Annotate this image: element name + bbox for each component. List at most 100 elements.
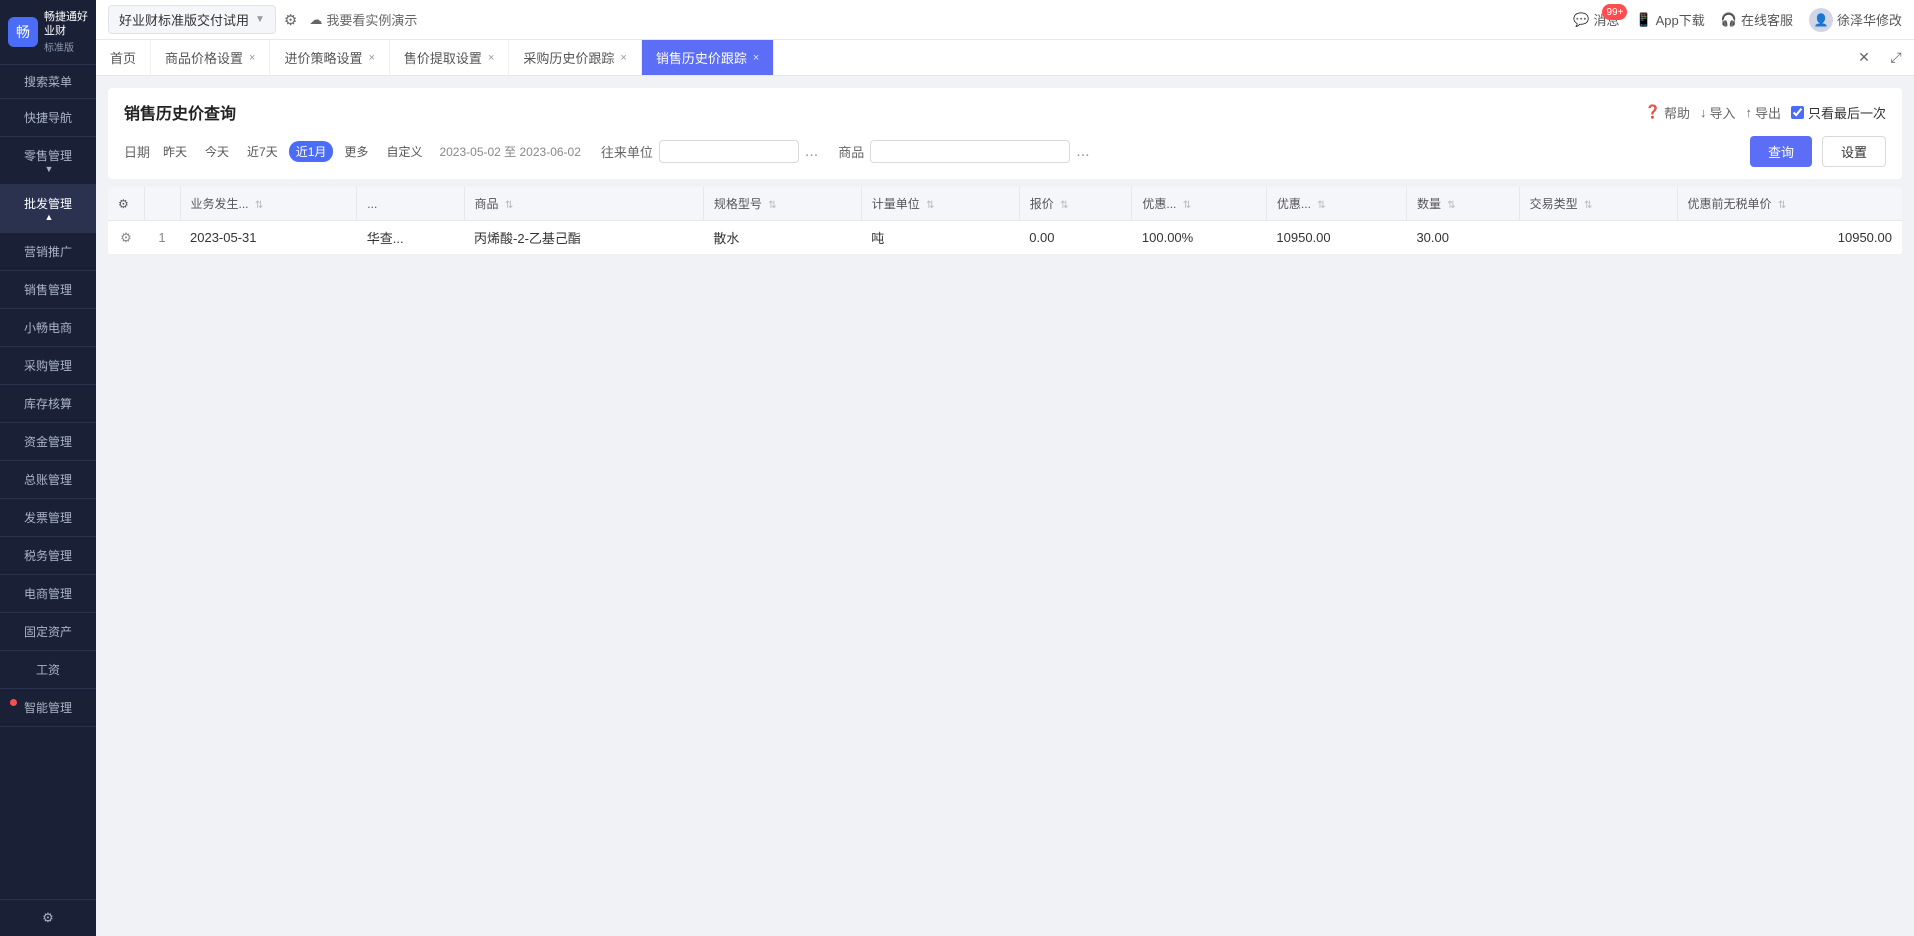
col-discount-amt[interactable]: 优惠... ⇅ bbox=[1266, 187, 1406, 221]
col-unit[interactable]: 计量单位 ⇅ bbox=[861, 187, 1019, 221]
main-area: 好业财标准版交付试用 ▼ ⚙ ☁ 我要看实例演示 💬 消息 99+ 📱 App下… bbox=[96, 0, 1914, 936]
tab-price-setting[interactable]: 商品价格设置 × bbox=[151, 40, 270, 76]
query-button[interactable]: 查询 bbox=[1750, 136, 1812, 167]
close-tab-button[interactable]: ✕ bbox=[1850, 44, 1878, 72]
close-icon[interactable]: × bbox=[368, 52, 374, 64]
sidebar-item-general-ledger[interactable]: 总账管理 bbox=[0, 461, 96, 499]
col-discount-pct[interactable]: 优惠... ⇅ bbox=[1132, 187, 1267, 221]
sidebar-item-label: 工资 bbox=[36, 661, 60, 678]
sidebar-search[interactable]: 搜索菜单 bbox=[0, 65, 96, 99]
app-logo-icon: 畅 bbox=[8, 17, 38, 47]
chevron-down-icon: ▼ bbox=[255, 14, 265, 25]
close-icon[interactable]: × bbox=[753, 52, 759, 64]
sidebar-item-inventory[interactable]: 库存核算 bbox=[0, 385, 96, 423]
tab-label: 商品价格设置 bbox=[165, 48, 243, 67]
sidebar-item-fixed-assets[interactable]: 固定资产 bbox=[0, 613, 96, 651]
sidebar-item-sales-mgmt[interactable]: 销售管理 bbox=[0, 271, 96, 309]
col-spec[interactable]: 规格型号 ⇅ bbox=[703, 187, 861, 221]
col-trade-type[interactable]: 交易类型 ⇅ bbox=[1519, 187, 1677, 221]
row-gear[interactable]: ⚙ bbox=[108, 221, 144, 255]
col-product[interactable]: 商品 ⇅ bbox=[464, 187, 703, 221]
user-info[interactable]: 👤 徐泽华修改 bbox=[1809, 8, 1902, 32]
date-opt-yesterday[interactable]: 昨天 bbox=[156, 141, 194, 162]
sidebar-item-payroll[interactable]: 工资 bbox=[0, 651, 96, 689]
online-service-button[interactable]: 🎧 在线客服 bbox=[1721, 10, 1793, 29]
date-opt-custom[interactable]: 自定义 bbox=[379, 141, 429, 162]
col-gear[interactable]: ⚙ bbox=[108, 187, 144, 221]
sidebar-item-smart-mgmt[interactable]: 智能管理 bbox=[0, 689, 96, 727]
maximize-tab-button[interactable]: ⤢ bbox=[1882, 44, 1910, 72]
filter-buttons: 查询 设置 bbox=[1750, 136, 1886, 167]
sidebar-item-label: 批发管理 bbox=[24, 195, 72, 212]
tab-purchase-history[interactable]: 采购历史价跟踪 × bbox=[509, 40, 641, 76]
app-download-button[interactable]: 📱 App下载 bbox=[1635, 10, 1704, 29]
sidebar-item-small-ecommerce[interactable]: 小畅电商 bbox=[0, 309, 96, 347]
app-download-label: App下载 bbox=[1656, 10, 1705, 29]
message-icon: 💬 bbox=[1573, 12, 1589, 28]
tab-sales-history[interactable]: 销售历史价跟踪 × bbox=[642, 40, 774, 76]
sidebar-item-wholesale-mgmt[interactable]: 批发管理 ▲ bbox=[0, 185, 96, 233]
sidebar-item-label: 资金管理 bbox=[24, 433, 72, 450]
sidebar-item-label: 采购管理 bbox=[24, 357, 72, 374]
partner-filter-group: 往来单位 ... bbox=[601, 140, 818, 163]
sidebar-item-label: 零售管理 bbox=[24, 147, 72, 164]
table-panel: ⚙ 业务发生... ⇅ ... 商品 ⇅ 规格型号 ⇅ 计量单位 ⇅ 报价 ⇅ … bbox=[108, 187, 1902, 255]
col-pretax-price[interactable]: 优惠前无税单价 ⇅ bbox=[1677, 187, 1902, 221]
module-gear-icon[interactable]: ⚙ bbox=[284, 11, 297, 29]
chevron-down-icon: ▼ bbox=[45, 164, 54, 174]
col-price[interactable]: 报价 ⇅ bbox=[1019, 187, 1132, 221]
col-num bbox=[144, 187, 180, 221]
col-biz-date[interactable]: 业务发生... ⇅ bbox=[180, 187, 357, 221]
sidebar-item-label: 税务管理 bbox=[24, 547, 72, 564]
sidebar-item-purchase-mgmt[interactable]: 采购管理 bbox=[0, 347, 96, 385]
tab-sale-price-extract[interactable]: 售价提取设置 × bbox=[390, 40, 509, 76]
tab-home[interactable]: 首页 bbox=[96, 40, 151, 76]
only-last-checkbox[interactable] bbox=[1791, 106, 1804, 119]
sidebar-item-capital-mgmt[interactable]: 资金管理 bbox=[0, 423, 96, 461]
query-panel: 销售历史价查询 ❓ 帮助 ↓ 导入 ↑ 导出 bbox=[108, 88, 1902, 179]
header-right: 💬 消息 99+ 📱 App下载 🎧 在线客服 👤 徐泽华修改 bbox=[1573, 8, 1902, 32]
product-filter-dots[interactable]: ... bbox=[1076, 143, 1089, 161]
sidebar-item-tax-mgmt[interactable]: 税务管理 bbox=[0, 537, 96, 575]
date-opt-today[interactable]: 今天 bbox=[198, 141, 236, 162]
date-opt-last1month[interactable]: 近1月 bbox=[289, 141, 334, 162]
sidebar-item-retail-mgmt[interactable]: 零售管理 ▼ bbox=[0, 137, 96, 185]
close-icon[interactable]: × bbox=[249, 52, 255, 64]
partner-filter-input[interactable] bbox=[659, 140, 799, 163]
product-filter-input[interactable] bbox=[870, 140, 1070, 163]
sidebar-item-invoice-mgmt[interactable]: 发票管理 bbox=[0, 499, 96, 537]
message-button[interactable]: 💬 消息 99+ bbox=[1573, 10, 1619, 29]
tab-purchase-strategy[interactable]: 进价策略设置 × bbox=[270, 40, 389, 76]
settings-button[interactable]: 设置 bbox=[1822, 136, 1886, 167]
help-label: 帮助 bbox=[1664, 103, 1690, 122]
page-actions: ❓ 帮助 ↓ 导入 ↑ 导出 只看最后一次 bbox=[1645, 103, 1886, 122]
sidebar-item-ecommerce-mgmt[interactable]: 电商管理 bbox=[0, 575, 96, 613]
demo-link[interactable]: ☁ 我要看实例演示 bbox=[309, 10, 417, 29]
partner-filter-dots[interactable]: ... bbox=[805, 143, 818, 161]
table-header-row: ⚙ 业务发生... ⇅ ... 商品 ⇅ 规格型号 ⇅ 计量单位 ⇅ 报价 ⇅ … bbox=[108, 187, 1902, 221]
help-link[interactable]: ❓ 帮助 bbox=[1645, 103, 1690, 122]
demo-link-label: 我要看实例演示 bbox=[326, 10, 417, 29]
sidebar-item-quick-nav[interactable]: 快捷导航 bbox=[0, 99, 96, 137]
module-selector[interactable]: 好业财标准版交付试用 ▼ bbox=[108, 5, 276, 34]
sidebar-item-label: 发票管理 bbox=[24, 509, 72, 526]
export-link[interactable]: ↑ 导出 bbox=[1745, 103, 1781, 122]
only-last-checkbox-row[interactable]: 只看最后一次 bbox=[1791, 103, 1886, 122]
close-icon[interactable]: × bbox=[620, 52, 626, 64]
sidebar-item-label: 销售管理 bbox=[24, 281, 72, 298]
sidebar-logo: 畅 畅捷通好业财 标准版 bbox=[0, 0, 96, 65]
col-more[interactable]: ... bbox=[357, 187, 464, 221]
row-unit: 吨 bbox=[861, 221, 1019, 255]
sidebar-settings[interactable]: ⚙ bbox=[0, 899, 96, 936]
import-link[interactable]: ↓ 导入 bbox=[1700, 103, 1736, 122]
date-opt-more[interactable]: 更多 bbox=[337, 141, 375, 162]
close-icon[interactable]: × bbox=[488, 52, 494, 64]
date-range-display: 2023-05-02 至 2023-06-02 bbox=[439, 143, 580, 160]
online-service-label: 在线客服 bbox=[1741, 10, 1793, 29]
date-opt-last7days[interactable]: 近7天 bbox=[240, 141, 285, 162]
top-header: 好业财标准版交付试用 ▼ ⚙ ☁ 我要看实例演示 💬 消息 99+ 📱 App下… bbox=[96, 0, 1914, 40]
date-filter-group: 日期 昨天 今天 近7天 近1月 更多 自定义 2023-05-02 至 202… bbox=[124, 141, 581, 162]
sidebar-item-marketing[interactable]: 营销推广 bbox=[0, 233, 96, 271]
col-quantity[interactable]: 数量 ⇅ bbox=[1406, 187, 1519, 221]
tab-label: 售价提取设置 bbox=[404, 48, 482, 67]
